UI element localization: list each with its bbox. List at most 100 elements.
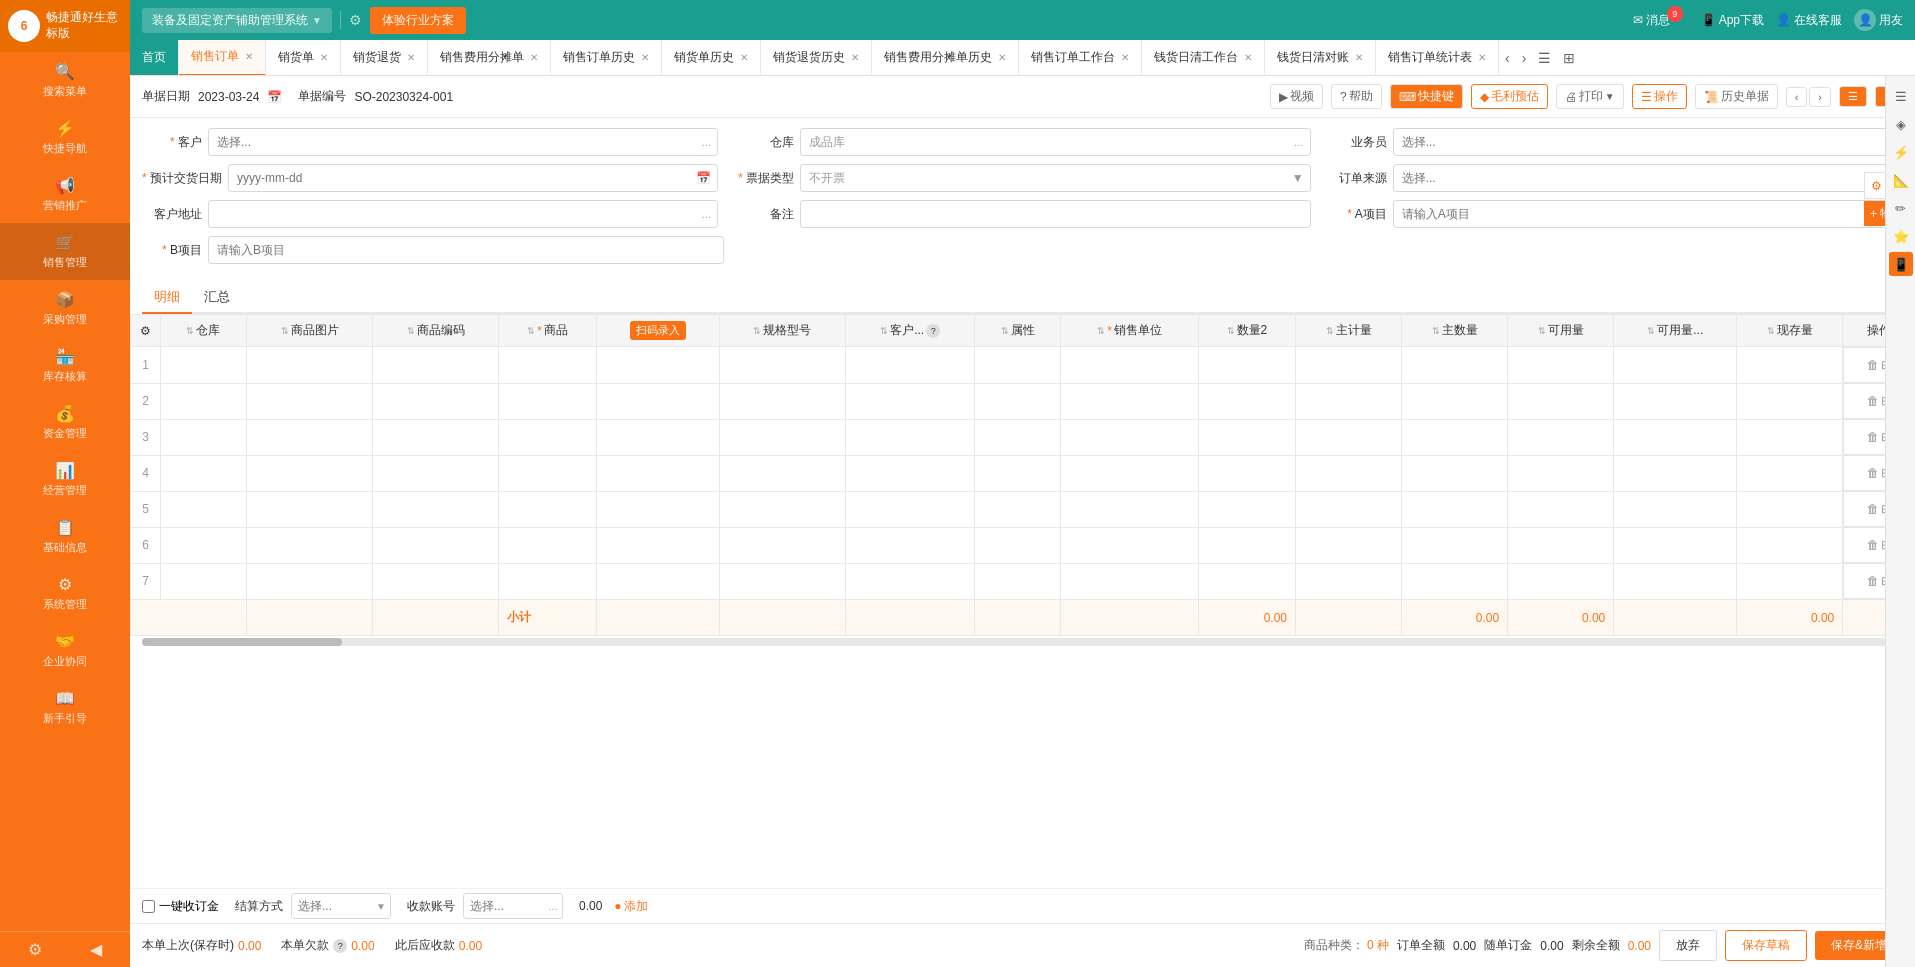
collapse-icon[interactable]: ◀: [90, 940, 102, 959]
th-customer-code[interactable]: ⇅客户... ?: [845, 315, 975, 347]
tab-mingxi[interactable]: 明细: [142, 282, 192, 314]
right-panel-icon-5[interactable]: ✏: [1889, 196, 1913, 220]
customer-more-icon[interactable]: …: [695, 137, 717, 148]
tab-sales-refund[interactable]: 销货退货 ✕: [341, 40, 428, 76]
tab-close-icon[interactable]: ✕: [1121, 52, 1129, 63]
sidebar-item-finance[interactable]: 💰 资金管理: [0, 394, 130, 451]
right-panel-icon-2[interactable]: ◈: [1889, 112, 1913, 136]
list-view-icon[interactable]: ☰: [1839, 86, 1867, 107]
tab-sales-fee[interactable]: 销售费用分摊单 ✕: [428, 40, 551, 76]
tab-close-icon[interactable]: ✕: [245, 51, 253, 62]
discard-button[interactable]: 放弃: [1659, 930, 1717, 961]
one-click-payment-label[interactable]: 一键收订金: [142, 898, 219, 915]
tab-sales-summary[interactable]: 销售订单统计表 ✕: [1376, 40, 1499, 76]
calendar-icon[interactable]: 📅: [267, 90, 282, 104]
tab-close-icon[interactable]: ✕: [740, 52, 748, 63]
tab-close-icon[interactable]: ✕: [1355, 52, 1363, 63]
tab-sales-return[interactable]: 销货单 ✕: [266, 40, 341, 76]
tab-close-icon[interactable]: ✕: [407, 52, 415, 63]
sidebar-item-sales[interactable]: 🛒 销售管理: [0, 223, 130, 280]
row-main-qty[interactable]: [1402, 347, 1508, 384]
tab-next-icon[interactable]: ›: [1516, 50, 1533, 66]
th-product-img[interactable]: ⇅商品图片: [246, 315, 372, 347]
tab-close-icon[interactable]: ✕: [641, 52, 649, 63]
online-service-item[interactable]: 👤 在线客服: [1776, 12, 1842, 29]
delete-icon[interactable]: 🗑: [1867, 430, 1879, 444]
tab-cash-reconcile[interactable]: 钱货日清对账 ✕: [1265, 40, 1376, 76]
tab-cash-workbench[interactable]: 钱货日清工作台 ✕: [1142, 40, 1265, 76]
th-available[interactable]: ⇅可用量: [1508, 315, 1614, 347]
row-spec[interactable]: [719, 347, 845, 384]
tab-order-workbench[interactable]: 销售订单工作台 ✕: [1019, 40, 1142, 76]
right-panel-icon-3[interactable]: ⚡: [1889, 140, 1913, 164]
tab-home[interactable]: 首页: [130, 40, 179, 76]
delete-icon[interactable]: 🗑: [1867, 502, 1879, 516]
sidebar-item-inventory[interactable]: 🏪 库存核算: [0, 337, 130, 394]
th-available2[interactable]: ⇅可用量...: [1614, 315, 1737, 347]
sidebar-item-search[interactable]: 🔍 搜索菜单: [0, 52, 130, 109]
tab-close-icon[interactable]: ✕: [998, 52, 1006, 63]
right-panel-icon-1[interactable]: ☰: [1889, 84, 1913, 108]
row-qty2[interactable]: [1198, 347, 1295, 384]
right-panel-icon-4[interactable]: 📐: [1889, 168, 1913, 192]
row-stock[interactable]: [1737, 347, 1843, 384]
tab-more-icon[interactable]: ☰: [1532, 50, 1557, 66]
delete-icon[interactable]: 🗑: [1867, 466, 1879, 480]
right-panel-icon-7[interactable]: 📱: [1889, 252, 1913, 276]
tab-close-icon[interactable]: ✕: [1478, 52, 1486, 63]
tab-close-icon[interactable]: ✕: [851, 52, 859, 63]
app-download-item[interactable]: 📱 App下载: [1701, 12, 1764, 29]
operation-btn[interactable]: ☰ 操作: [1632, 84, 1687, 109]
add-payment-btn[interactable]: ● 添加: [614, 898, 647, 915]
th-warehouse[interactable]: ⇅仓库: [161, 315, 247, 347]
tab-close-icon[interactable]: ✕: [1244, 52, 1252, 63]
invoice-input[interactable]: [801, 167, 1285, 189]
address-input[interactable]: [209, 203, 695, 225]
th-scan[interactable]: 扫码录入: [596, 315, 719, 347]
th-attributes[interactable]: ⇅属性: [975, 315, 1061, 347]
scan-button[interactable]: 扫码录入: [630, 321, 686, 340]
tab-prev-icon[interactable]: ‹: [1499, 50, 1516, 66]
customer-input[interactable]: [209, 131, 695, 153]
message-item[interactable]: ✉ 消息 9: [1633, 12, 1689, 29]
tab-order-history[interactable]: 销售订单历史 ✕: [551, 40, 662, 76]
tab-sales-order[interactable]: 销售订单 ✕: [179, 40, 266, 76]
delete-icon[interactable]: 🗑: [1867, 538, 1879, 552]
sidebar-item-guide[interactable]: 📖 新手引导: [0, 679, 130, 736]
row-available2[interactable]: [1614, 347, 1737, 384]
order-source-input[interactable]: [1394, 167, 1878, 189]
calendar-icon[interactable]: 📅: [690, 171, 717, 185]
sidebar-item-marketing[interactable]: 📢 营销推广: [0, 166, 130, 223]
delete-icon[interactable]: 🗑: [1867, 394, 1879, 408]
delivery-date-input[interactable]: [229, 167, 690, 189]
sidebar-item-enterprise[interactable]: 🤝 企业协同: [0, 622, 130, 679]
delete-icon[interactable]: 🗑: [1867, 574, 1879, 588]
tab-refund-history[interactable]: 销货退货历史 ✕: [761, 40, 872, 76]
row-product-code[interactable]: [373, 347, 499, 384]
row-warehouse[interactable]: [161, 347, 247, 384]
settings-icon[interactable]: ⚙: [28, 940, 42, 959]
save-draft-button[interactable]: 保存草稿: [1725, 930, 1807, 961]
a-project-input[interactable]: [1393, 200, 1903, 228]
warehouse-more-icon[interactable]: …: [1288, 137, 1310, 148]
payment-method-input[interactable]: [292, 899, 372, 913]
tab-fee-history[interactable]: 销售费用分摊单历史 ✕: [872, 40, 1019, 76]
th-main-qty[interactable]: ⇅主数量: [1402, 315, 1508, 347]
shortcut-btn[interactable]: ⌨ 快捷键: [1390, 84, 1463, 109]
tab-close-icon[interactable]: ✕: [530, 52, 538, 63]
th-product-name[interactable]: ⇅*商品: [499, 315, 596, 347]
th-sales-unit[interactable]: ⇅*销售单位: [1061, 315, 1199, 347]
right-panel-icon-6[interactable]: ⭐: [1889, 224, 1913, 248]
horizontal-scrollbar[interactable]: [142, 638, 1903, 646]
th-main-unit[interactable]: ⇅主计量: [1296, 315, 1402, 347]
preview-btn[interactable]: ▶ 视频: [1270, 84, 1323, 109]
delete-icon[interactable]: 🗑: [1867, 358, 1879, 372]
nav-prev-icon[interactable]: ‹: [1786, 87, 1808, 107]
row-customer-code[interactable]: [845, 347, 975, 384]
one-click-checkbox[interactable]: [142, 900, 155, 913]
address-more-icon[interactable]: …: [695, 209, 717, 220]
account-more-icon[interactable]: …: [544, 901, 562, 912]
salesperson-input[interactable]: [1394, 131, 1880, 153]
sidebar-item-purchase[interactable]: 📦 采购管理: [0, 280, 130, 337]
solution-button[interactable]: 体验行业方案: [370, 7, 466, 34]
